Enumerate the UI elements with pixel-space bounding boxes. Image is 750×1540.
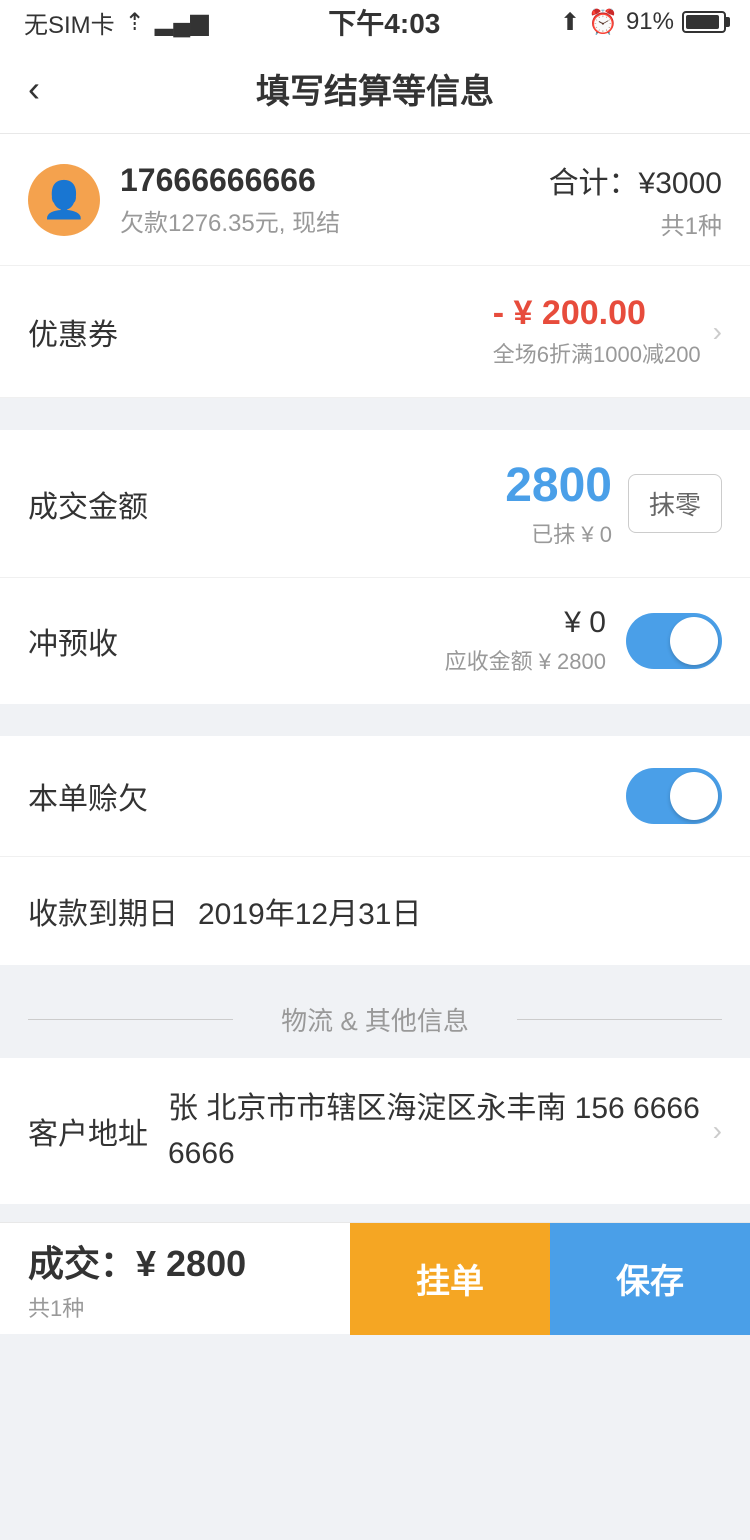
wifi-icon: ⇡ [125,8,145,37]
hangup-button[interactable]: 挂单 [350,1223,550,1335]
transaction-right: 2800 已抹 ¥ 0 抹零 [505,458,722,549]
precollect-toggle[interactable] [626,613,722,669]
customer-row: 👤 17666666666 欠款1276.35元, 现结 合计：¥3000 共1… [0,134,750,266]
alarm-icon: ⏰ [588,8,618,37]
bottom-bar: 成交：¥ 2800 共1种 挂单 保存 [0,1222,750,1334]
status-left: 无SIM卡 ⇡ ▂▄▆ [24,5,209,40]
transaction-row: 成交金额 2800 已抹 ¥ 0 抹零 [0,430,750,578]
customer-right: 合计：¥3000 共1种 [549,158,722,241]
coupon-right: - ¥ 200.00 全场6折满1000减200 › [493,294,722,369]
debt-label: 本单赊欠 [28,774,148,818]
coupon-amount: - ¥ 200.00 [493,294,701,333]
location-icon: ⬆ [560,8,580,37]
status-bar: 无SIM卡 ⇡ ▂▄▆ 下午4:03 ⬆ ⏰ 91% [0,0,750,44]
transaction-label: 成交金额 [28,482,148,526]
coupon-label: 优惠券 [28,310,118,354]
bottom-summary: 成交：¥ 2800 共1种 [0,1235,350,1323]
transaction-value: 2800 [505,458,612,513]
address-row[interactable]: 客户地址 张 北京市市辖区海淀区永丰南 156 6666 6666 › [0,1058,750,1204]
address-chevron-icon: › [713,1115,722,1147]
signal-bars: ▂▄▆ [155,8,209,37]
status-time: 下午4:03 [328,2,440,42]
customer-phone: 17666666666 [120,162,340,199]
logistics-divider: 物流 & 其他信息 [0,981,750,1058]
page-title: 填写结算等信息 [256,64,494,113]
debt-toggle[interactable] [626,768,722,824]
battery-percent: 91% [626,8,674,36]
due-date-row: 收款到期日 2019年12月31日 [0,856,750,965]
battery-icon [682,11,726,33]
battery-fill [686,15,719,29]
chevron-right-icon: › [713,316,722,348]
customer-sub: 欠款1276.35元, 现结 [120,203,340,238]
coupon-desc: 全场6折满1000减200 [493,337,701,369]
section-divider-1 [0,414,750,430]
customer-card: 👤 17666666666 欠款1276.35元, 现结 合计：¥3000 共1… [0,134,750,398]
status-right: ⬆ ⏰ 91% [560,8,726,37]
address-label: 客户地址 [28,1109,148,1153]
round-button[interactable]: 抹零 [628,474,722,533]
bottom-trade-row: 成交：¥ 2800 [28,1235,322,1287]
transaction-sub: 已抹 ¥ 0 [505,517,612,549]
bottom-count: 共1种 [28,1291,322,1323]
due-date-label: 收款到期日 [28,889,178,933]
address-card: 客户地址 张 北京市市辖区海淀区永丰南 156 6666 6666 › [0,1058,750,1204]
toggle-knob [670,617,718,665]
header: ‹ 填写结算等信息 [0,44,750,134]
transaction-value-block: 2800 已抹 ¥ 0 [505,458,612,549]
precollect-amounts: ¥ 0 应收金额 ¥ 2800 [445,606,606,676]
due-date-value: 2019年12月31日 [198,889,421,933]
address-value: 张 北京市市辖区海淀区永丰南 156 6666 6666 [168,1086,713,1176]
debt-card: 本单赊欠 收款到期日 2019年12月31日 [0,736,750,965]
precollect-label: 冲预收 [28,619,118,663]
precollect-row: 冲预收 ¥ 0 应收金额 ¥ 2800 [0,578,750,704]
total-amount: 合计：¥3000 [549,158,722,202]
avatar: 👤 [28,164,100,236]
bottom-trade-amount: ¥ 2800 [136,1243,246,1284]
debt-row: 本单赊欠 [0,736,750,856]
debt-toggle-knob [670,772,718,820]
coupon-row[interactable]: 优惠券 - ¥ 200.00 全场6折满1000减200 › [0,266,750,398]
total-count: 共1种 [549,206,722,241]
bottom-trade-label: 成交： [28,1243,136,1284]
logistics-line-left [28,1019,233,1020]
carrier-text: 无SIM卡 [24,5,115,40]
precollect-sub: 应收金额 ¥ 2800 [445,644,606,676]
precollect-value: ¥ 0 [445,606,606,640]
logistics-line-right [517,1019,722,1020]
section-divider-2 [0,720,750,736]
save-button[interactable]: 保存 [550,1223,750,1335]
transaction-card: 成交金额 2800 已抹 ¥ 0 抹零 冲预收 ¥ 0 应收金额 ¥ 2800 [0,430,750,704]
customer-left: 👤 17666666666 欠款1276.35元, 现结 [28,162,340,238]
logistics-label: 物流 & 其他信息 [281,1001,469,1038]
back-button[interactable]: ‹ [28,68,40,110]
precollect-right: ¥ 0 应收金额 ¥ 2800 [445,606,722,676]
customer-info: 17666666666 欠款1276.35元, 现结 [120,162,340,238]
